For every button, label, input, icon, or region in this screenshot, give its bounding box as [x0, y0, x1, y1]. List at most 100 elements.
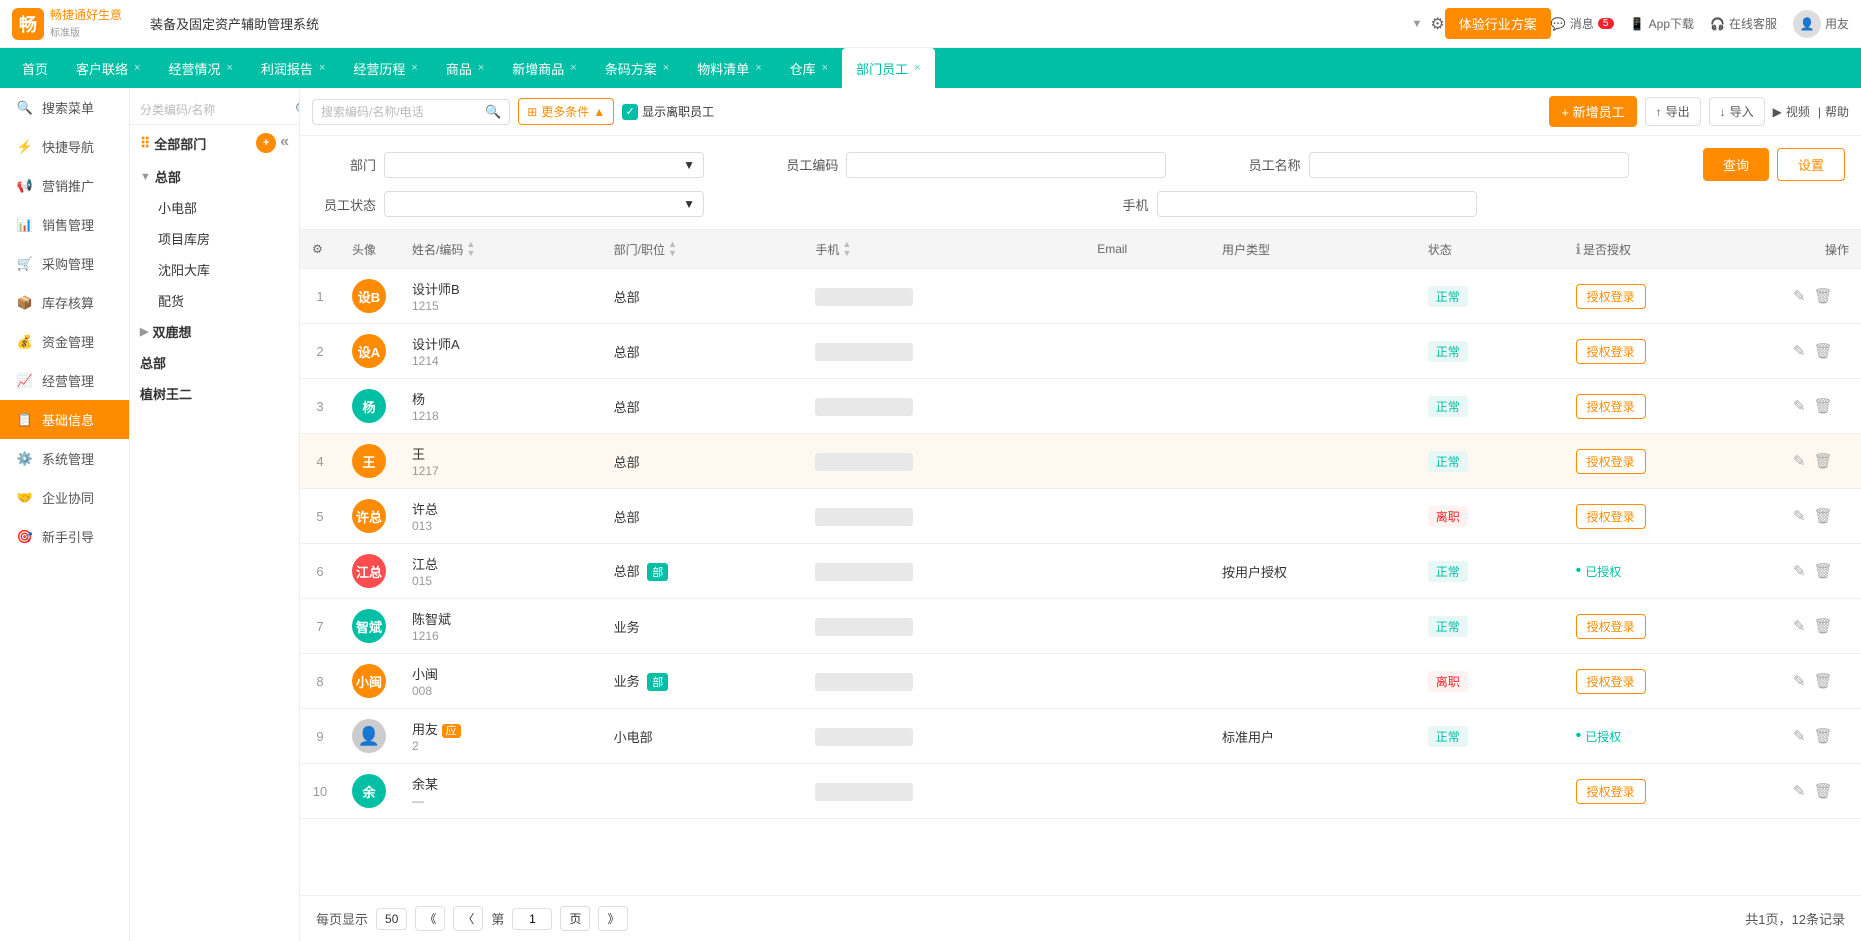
- tab-goods[interactable]: 商品 ×: [432, 48, 498, 88]
- sidebar-item-sales[interactable]: 📊 销售管理: [0, 205, 129, 244]
- dept-filter-select[interactable]: ▼: [384, 152, 704, 178]
- dept-node-zongbu2[interactable]: 总部: [130, 347, 299, 378]
- auth-login-btn[interactable]: 授权登录: [1576, 669, 1646, 694]
- auth-login-btn[interactable]: 授权登录: [1576, 779, 1646, 804]
- edit-icon[interactable]: ✎: [1793, 782, 1806, 800]
- sidebar-item-purchase[interactable]: 🛒 采购管理: [0, 244, 129, 283]
- delete-icon[interactable]: 🗑: [1814, 397, 1833, 415]
- close-icon[interactable]: ×: [822, 62, 828, 74]
- sidebar-item-inventory[interactable]: 📦 库存核算: [0, 283, 129, 322]
- edit-icon[interactable]: ✎: [1793, 617, 1806, 635]
- dept-node-zongbu[interactable]: ▼ 总部: [130, 161, 299, 192]
- query-btn[interactable]: 查询: [1703, 148, 1769, 181]
- tab-history[interactable]: 经营历程 ×: [339, 48, 431, 88]
- edit-icon[interactable]: ✎: [1793, 397, 1806, 415]
- th-dept-position[interactable]: 部门/职位 ▲▼: [602, 230, 804, 269]
- auth-login-btn[interactable]: 授权登录: [1576, 449, 1646, 474]
- prev-page-btn[interactable]: 〈: [453, 906, 483, 931]
- collapse-tree-btn[interactable]: «: [280, 133, 289, 153]
- next-page-btn[interactable]: 页: [560, 906, 590, 931]
- help-btn[interactable]: | 帮助: [1818, 103, 1849, 120]
- page-size-value[interactable]: 50: [376, 908, 407, 930]
- app-download-btn[interactable]: 📱 App下载: [1630, 15, 1694, 32]
- search-icon[interactable]: 🔍: [485, 104, 501, 120]
- edit-icon[interactable]: ✎: [1793, 342, 1806, 360]
- edit-icon[interactable]: ✎: [1793, 672, 1806, 690]
- close-icon[interactable]: ×: [663, 62, 669, 74]
- close-icon[interactable]: ×: [914, 62, 920, 74]
- settings-gear-icon[interactable]: ⚙: [1430, 14, 1444, 34]
- auth-login-btn[interactable]: 授权登录: [1576, 504, 1646, 529]
- video-btn[interactable]: ▶ 视频: [1773, 103, 1810, 120]
- add-employee-btn[interactable]: + 新增员工: [1549, 96, 1636, 127]
- sidebar-item-enterprise[interactable]: 🤝 企业协同: [0, 478, 129, 517]
- sidebar-item-search[interactable]: 🔍 搜索菜单: [0, 88, 129, 127]
- tab-profit[interactable]: 利润报告 ×: [247, 48, 339, 88]
- th-name-code[interactable]: 姓名/编码 ▲▼: [400, 230, 602, 269]
- online-service-btn[interactable]: 🎧 在线客服: [1710, 15, 1777, 32]
- sidebar-item-shortcut[interactable]: ⚡ 快捷导航: [0, 127, 129, 166]
- employee-search-input[interactable]: [321, 105, 481, 119]
- reset-btn[interactable]: 设置: [1777, 148, 1845, 181]
- edit-icon[interactable]: ✎: [1793, 562, 1806, 580]
- tab-customer[interactable]: 客户联络 ×: [62, 48, 154, 88]
- close-icon[interactable]: ×: [478, 62, 484, 74]
- close-icon[interactable]: ×: [319, 62, 325, 74]
- tab-operations[interactable]: 经营情况 ×: [154, 48, 246, 88]
- tab-home[interactable]: 首页: [8, 48, 62, 88]
- auth-login-btn[interactable]: 授权登录: [1576, 284, 1646, 309]
- delete-icon[interactable]: 🗑: [1814, 617, 1833, 635]
- th-setting[interactable]: ⚙: [300, 230, 340, 269]
- dept-node-xiaodibu[interactable]: 小电部: [130, 192, 299, 223]
- delete-icon[interactable]: 🗑: [1814, 562, 1833, 580]
- sidebar-item-operations[interactable]: 📈 经营管理: [0, 361, 129, 400]
- edit-icon[interactable]: ✎: [1793, 452, 1806, 470]
- export-btn[interactable]: ↑ 导出: [1645, 97, 1701, 126]
- close-icon[interactable]: ×: [134, 62, 140, 74]
- phone-input[interactable]: [1157, 191, 1477, 217]
- import-btn[interactable]: ↓ 导入: [1709, 97, 1765, 126]
- delete-icon[interactable]: 🗑: [1814, 727, 1833, 745]
- last-page-btn[interactable]: 》: [598, 906, 628, 931]
- messages-btn[interactable]: 💬 消息 5: [1551, 15, 1614, 32]
- sidebar-item-system[interactable]: ⚙️ 系统管理: [0, 439, 129, 478]
- page-number-input[interactable]: [512, 908, 552, 930]
- dept-search-input[interactable]: [140, 103, 295, 117]
- delete-icon[interactable]: 🗑: [1814, 782, 1833, 800]
- dept-node-shenyang[interactable]: 沈阳大库: [130, 254, 299, 285]
- dept-node-shuanglu[interactable]: ▶ 双鹿想: [130, 316, 299, 347]
- tab-bom[interactable]: 物料清单 ×: [683, 48, 775, 88]
- delete-icon[interactable]: 🗑: [1814, 507, 1833, 525]
- tab-add-goods[interactable]: 新增商品 ×: [498, 48, 590, 88]
- trial-btn[interactable]: 体验行业方案: [1445, 8, 1551, 39]
- edit-icon[interactable]: ✎: [1793, 727, 1806, 745]
- add-dept-btn[interactable]: +: [256, 133, 276, 153]
- sidebar-item-guide[interactable]: 🎯 新手引导: [0, 517, 129, 556]
- dept-node-xiangmukufang[interactable]: 项目库房: [130, 223, 299, 254]
- emp-status-select[interactable]: ▼: [384, 191, 704, 217]
- emp-name-input[interactable]: [1309, 152, 1629, 178]
- show-resigned-checkbox[interactable]: ✓: [622, 104, 638, 120]
- emp-code-input[interactable]: [846, 152, 1166, 178]
- close-icon[interactable]: ×: [755, 62, 761, 74]
- tab-barcode[interactable]: 条码方案 ×: [591, 48, 683, 88]
- close-icon[interactable]: ×: [570, 62, 576, 74]
- sidebar-item-marketing[interactable]: 📢 营销推广: [0, 166, 129, 205]
- th-phone[interactable]: 手机 ▲▼: [803, 230, 1085, 269]
- user-btn[interactable]: 👤 用友: [1793, 10, 1849, 38]
- show-resigned-toggle[interactable]: ✓ 显示离职员工: [622, 103, 714, 120]
- tab-department[interactable]: 部门员工 ×: [842, 48, 934, 88]
- delete-icon[interactable]: 🗑: [1814, 672, 1833, 690]
- delete-icon[interactable]: 🗑: [1814, 342, 1833, 360]
- close-icon[interactable]: ×: [411, 62, 417, 74]
- dept-node-zhishu[interactable]: 植树王二: [130, 378, 299, 409]
- delete-icon[interactable]: 🗑: [1814, 452, 1833, 470]
- edit-icon[interactable]: ✎: [1793, 287, 1806, 305]
- tab-warehouse[interactable]: 仓库 ×: [776, 48, 842, 88]
- close-icon[interactable]: ×: [226, 62, 232, 74]
- info-icon[interactable]: ℹ: [1576, 241, 1581, 257]
- sidebar-item-basic[interactable]: 📋 基础信息: [0, 400, 129, 439]
- more-filters-btn[interactable]: ⊞ 更多条件 ▲: [518, 98, 614, 125]
- edit-icon[interactable]: ✎: [1793, 507, 1806, 525]
- first-page-btn[interactable]: 《: [415, 906, 445, 931]
